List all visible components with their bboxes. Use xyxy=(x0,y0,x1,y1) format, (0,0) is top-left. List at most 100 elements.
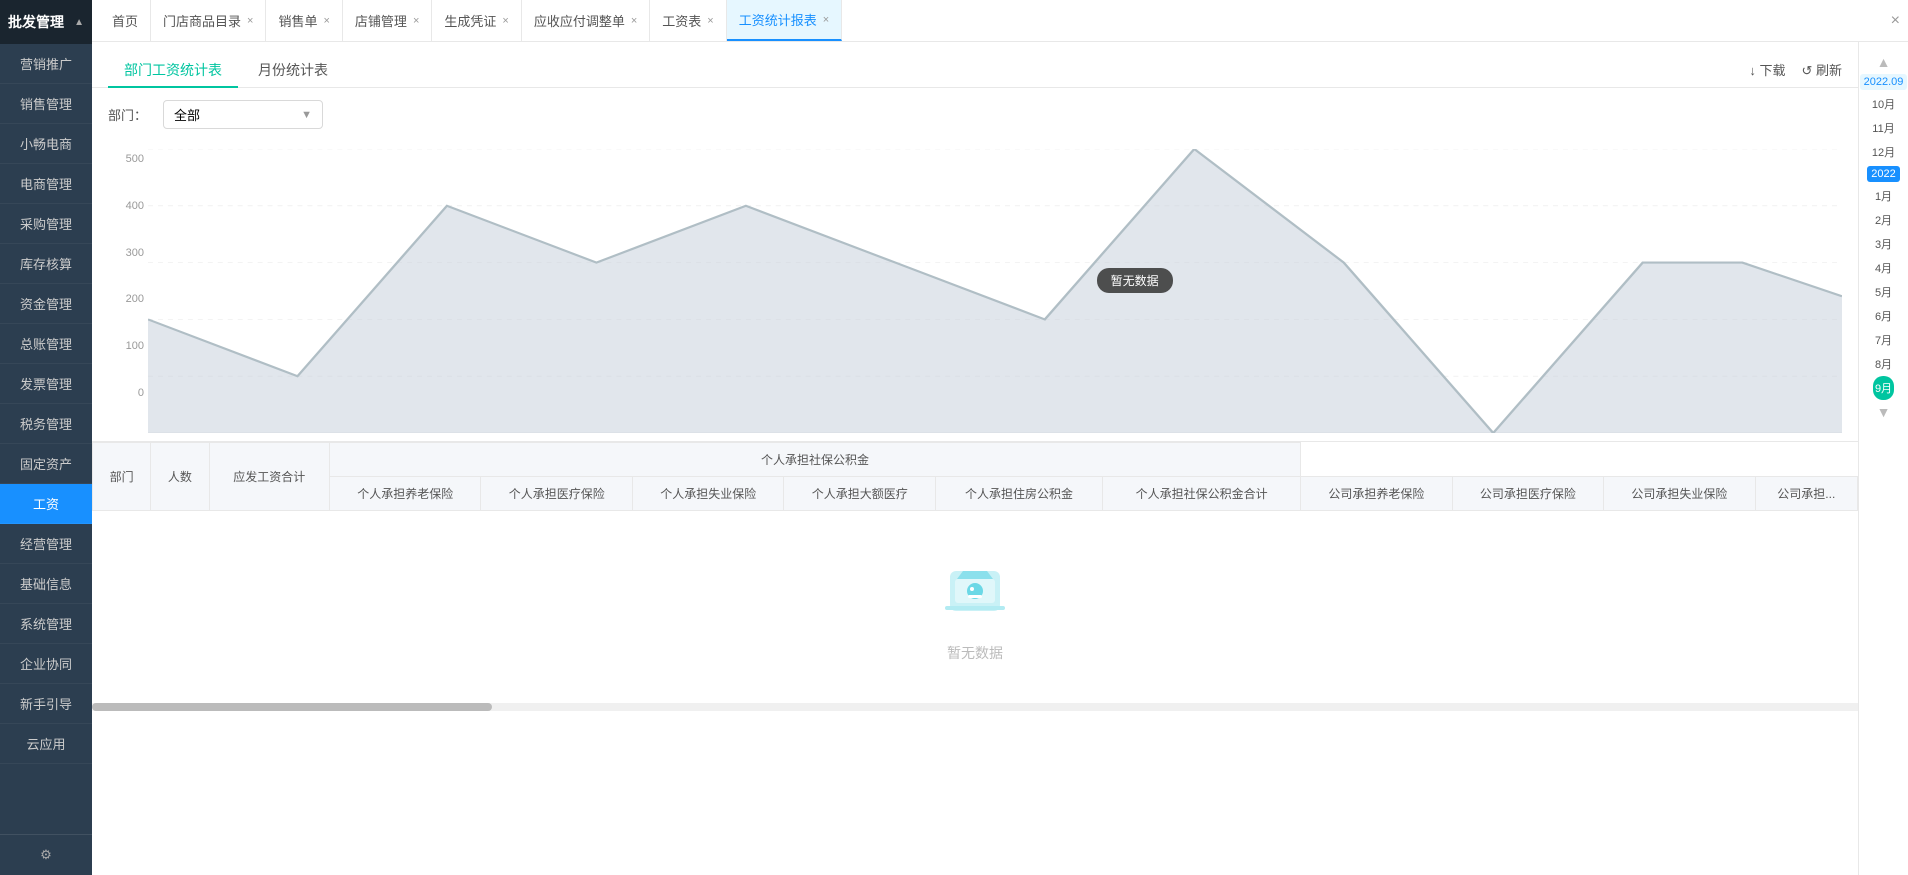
tab-店铺管理[interactable]: 店铺管理× xyxy=(343,0,432,41)
th-total-wage: 应发工资合计 xyxy=(209,443,329,511)
dept-value: 全部 xyxy=(174,105,200,124)
tab-应收应付调整单[interactable]: 应收应付调整单× xyxy=(522,0,650,41)
timeline-month-4月[interactable]: 4月 xyxy=(1873,256,1894,280)
chart-area: 0 100 200 300 400 500 xyxy=(92,141,1858,441)
timeline-month-9月[interactable]: 9月 xyxy=(1873,376,1894,400)
page-content: 部门工资统计表 月份统计表 ↓ 下载 ↺ 刷新 部门： 全部 ▼ xyxy=(92,42,1858,875)
th-personal-social: 个人承担社保公积金 xyxy=(329,443,1300,477)
tab-close-icon[interactable]: × xyxy=(631,15,637,27)
tab-close-icon[interactable]: × xyxy=(323,15,329,27)
refresh-button[interactable]: ↺ 刷新 xyxy=(1801,60,1842,79)
tab-bar: 首页门店商品目录×销售单×店铺管理×生成凭证×应收应付调整单×工资表×工资统计报… xyxy=(92,0,1908,42)
sidebar-arrow-icon: ▲ xyxy=(74,17,84,28)
tab-close-icon[interactable]: × xyxy=(707,15,713,27)
th-sub-公司承担养老保险: 公司承担养老保险 xyxy=(1301,477,1453,511)
sidebar-item-新手引导[interactable]: 新手引导 xyxy=(0,684,92,724)
tab-close-icon[interactable]: × xyxy=(247,15,253,27)
th-sub-公司承担...: 公司承担... xyxy=(1755,477,1857,511)
timeline-year-2022[interactable]: 2022 xyxy=(1867,166,1899,182)
sidebar-item-系统管理[interactable]: 系统管理 xyxy=(0,604,92,644)
sidebar-item-经营管理[interactable]: 经营管理 xyxy=(0,524,92,564)
th-sub-个人承担养老保险: 个人承担养老保险 xyxy=(329,477,481,511)
tab-销售单[interactable]: 销售单× xyxy=(266,0,342,41)
sidebar-item-库存核算[interactable]: 库存核算 xyxy=(0,244,92,284)
th-sub-个人承担住房公积金: 个人承担住房公积金 xyxy=(935,477,1102,511)
timeline-month-10月[interactable]: 10月 xyxy=(1870,92,1897,116)
sidebar: 批发管理 ▲ 营销推广销售管理小畅电商电商管理采购管理库存核算资金管理总账管理发… xyxy=(0,0,92,875)
sidebar-item-发票管理[interactable]: 发票管理 xyxy=(0,364,92,404)
timeline-month-6月[interactable]: 6月 xyxy=(1873,304,1894,328)
timeline-panel: ▲ 2022.09 10月11月12月 2022 1月2月3月4月5月6月7月8… xyxy=(1858,42,1908,875)
sub-tabs: 部门工资统计表 月份统计表 xyxy=(108,42,344,87)
download-button[interactable]: ↓ 下载 xyxy=(1749,60,1785,79)
th-dept: 部门 xyxy=(93,443,151,511)
y-label-100: 100 xyxy=(108,340,148,352)
empty-state: 暂无数据 xyxy=(93,511,1858,703)
scroll-thumb[interactable] xyxy=(92,703,492,711)
sidebar-item-云应用[interactable]: 云应用 xyxy=(0,724,92,764)
th-sub-公司承担医疗保险: 公司承担医疗保险 xyxy=(1452,477,1604,511)
sidebar-item-资金管理[interactable]: 资金管理 xyxy=(0,284,92,324)
tab-close-icon[interactable]: × xyxy=(502,15,508,27)
tab-门店商品目录[interactable]: 门店商品目录× xyxy=(151,0,266,41)
sidebar-item-企业协同[interactable]: 企业协同 xyxy=(0,644,92,684)
y-label-500: 500 xyxy=(108,153,148,165)
settings-button[interactable]: ⚙ xyxy=(0,834,92,875)
tab-工资统计报表[interactable]: 工资统计报表× xyxy=(727,0,842,41)
tab-工资表[interactable]: 工资表× xyxy=(650,0,726,41)
sidebar-item-税务管理[interactable]: 税务管理 xyxy=(0,404,92,444)
sidebar-title: 批发管理 xyxy=(8,12,64,32)
tab-首页[interactable]: 首页 xyxy=(100,0,151,41)
y-label-200: 200 xyxy=(108,293,148,305)
timeline-month-7月[interactable]: 7月 xyxy=(1873,328,1894,352)
timeline-month-12月[interactable]: 12月 xyxy=(1870,140,1897,164)
toolbar-row: 部门： 全部 ▼ xyxy=(92,88,1858,141)
th-sub-个人承担医疗保险: 个人承担医疗保险 xyxy=(481,477,633,511)
y-label-0: 0 xyxy=(108,387,148,399)
sidebar-item-工资[interactable]: 工资 xyxy=(0,484,92,524)
data-table: 部门 人数 应发工资合计 个人承担社保公积金 个人承担养老保险个人承担医疗保险个… xyxy=(92,442,1858,703)
timeline-month-2月[interactable]: 2月 xyxy=(1873,208,1894,232)
horizontal-scrollbar[interactable] xyxy=(92,703,1858,711)
tab-生成凭证[interactable]: 生成凭证× xyxy=(432,0,521,41)
sidebar-header[interactable]: 批发管理 ▲ xyxy=(0,0,92,44)
sidebar-item-销售管理[interactable]: 销售管理 xyxy=(0,84,92,124)
content-area: 部门工资统计表 月份统计表 ↓ 下载 ↺ 刷新 部门： 全部 ▼ xyxy=(92,42,1908,875)
dept-select[interactable]: 全部 ▼ xyxy=(163,100,323,129)
close-all-icon[interactable]: × xyxy=(1891,12,1900,30)
timeline-month-5月[interactable]: 5月 xyxy=(1873,280,1894,304)
timeline-month-1月[interactable]: 1月 xyxy=(1873,184,1894,208)
timeline-up-arrow[interactable]: ▲ xyxy=(1873,50,1895,74)
sidebar-item-基础信息[interactable]: 基础信息 xyxy=(0,564,92,604)
sidebar-item-小畅电商[interactable]: 小畅电商 xyxy=(0,124,92,164)
timeline-month-3月[interactable]: 3月 xyxy=(1873,232,1894,256)
sidebar-item-电商管理[interactable]: 电商管理 xyxy=(0,164,92,204)
sidebar-item-固定资产[interactable]: 固定资产 xyxy=(0,444,92,484)
sidebar-item-营销推广[interactable]: 营销推广 xyxy=(0,44,92,84)
gear-icon: ⚙ xyxy=(40,847,52,862)
chart-svg-area: 暂无数据 xyxy=(148,149,1842,433)
main-area: 首页门店商品目录×销售单×店铺管理×生成凭证×应收应付调整单×工资表×工资统计报… xyxy=(92,0,1908,875)
timeline-month-8月[interactable]: 8月 xyxy=(1873,352,1894,376)
th-sub-个人承担大额医疗: 个人承担大额医疗 xyxy=(784,477,936,511)
chart-container: 0 100 200 300 400 500 xyxy=(108,149,1842,433)
th-sub-个人承担失业保险: 个人承担失业保险 xyxy=(632,477,784,511)
chevron-down-icon: ▼ xyxy=(301,109,312,121)
chart-svg xyxy=(148,149,1842,433)
th-count: 人数 xyxy=(151,443,209,511)
dept-label: 部门： xyxy=(108,105,147,124)
table-area[interactable]: 部门 人数 应发工资合计 个人承担社保公积金 个人承担养老保险个人承担医疗保险个… xyxy=(92,441,1858,875)
timeline-month-11月[interactable]: 11月 xyxy=(1870,116,1897,140)
timeline-year-label[interactable]: 2022.09 xyxy=(1860,74,1908,90)
sub-tab-dept[interactable]: 部门工资统计表 xyxy=(108,54,238,88)
th-sub-公司承担失业保险: 公司承担失业保险 xyxy=(1604,477,1756,511)
tab-close-icon[interactable]: × xyxy=(413,15,419,27)
timeline-down-arrow[interactable]: ▼ xyxy=(1873,400,1895,424)
empty-row: 暂无数据 xyxy=(93,511,1858,704)
empty-text: 暂无数据 xyxy=(947,643,1003,663)
sub-tab-month[interactable]: 月份统计表 xyxy=(242,54,344,88)
y-label-400: 400 xyxy=(108,200,148,212)
sidebar-item-采购管理[interactable]: 采购管理 xyxy=(0,204,92,244)
tab-close-icon[interactable]: × xyxy=(823,14,829,26)
sidebar-item-总账管理[interactable]: 总账管理 xyxy=(0,324,92,364)
